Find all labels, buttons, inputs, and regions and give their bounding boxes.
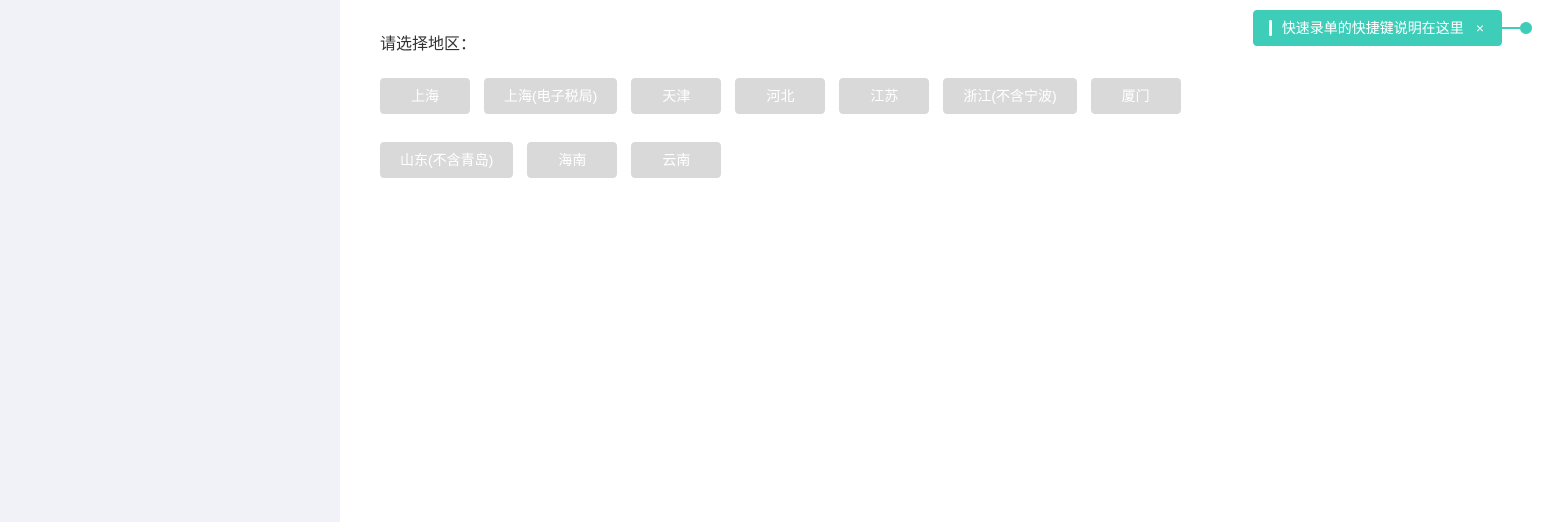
region-btn-shanghai[interactable]: 上海 <box>380 78 470 114</box>
region-btn-hainan[interactable]: 海南 <box>527 142 617 178</box>
tooltip-close-button[interactable]: × <box>1474 21 1486 35</box>
region-btn-hebei[interactable]: 河北 <box>735 78 825 114</box>
region-btn-shandong[interactable]: 山东(不含青岛) <box>380 142 513 178</box>
region-btn-shanghai-etax[interactable]: 上海(电子税局) <box>484 78 617 114</box>
region-btn-jiangsu[interactable]: 江苏 <box>839 78 929 114</box>
tooltip-dot <box>1520 22 1532 34</box>
region-btn-tianjin[interactable]: 天津 <box>631 78 721 114</box>
main-content: 请选择地区： 上海 上海(电子税局) 天津 河北 江苏 浙江(不含宁波) 厦门 … <box>340 0 1562 522</box>
tooltip-text: 快速录单的快捷键说明在这里 <box>1282 18 1464 38</box>
tooltip-banner: 快速录单的快捷键说明在这里 × <box>1253 10 1502 46</box>
left-sidebar <box>0 0 340 522</box>
region-btn-xiamen[interactable]: 厦门 <box>1091 78 1181 114</box>
region-buttons-container: 上海 上海(电子税局) 天津 河北 江苏 浙江(不含宁波) 厦门 山东(不含青岛… <box>380 78 1522 178</box>
region-btn-zhejiang[interactable]: 浙江(不含宁波) <box>943 78 1076 114</box>
tooltip-line <box>1500 27 1520 29</box>
region-btn-yunnan[interactable]: 云南 <box>631 142 721 178</box>
